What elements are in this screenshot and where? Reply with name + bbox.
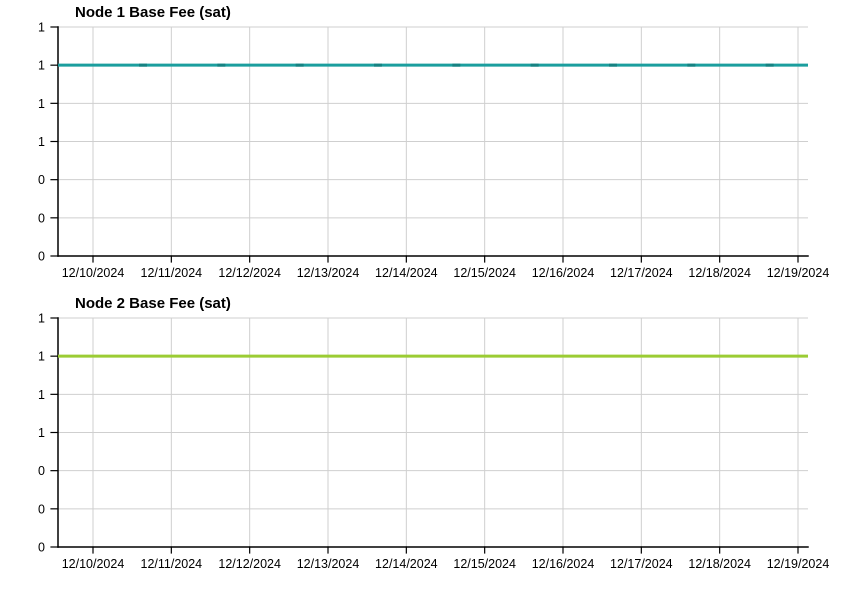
- gridlines: [59, 317, 808, 547]
- y-tick-labels: 1 1 1 1 0 0 0: [38, 312, 45, 555]
- axes: [50, 26, 809, 263]
- x-tick-label: 12/16/2024: [532, 557, 595, 571]
- x-tick-label: 12/19/2024: [767, 266, 830, 280]
- x-tick-label: 12/11/2024: [141, 266, 203, 280]
- x-tick-label: 12/12/2024: [218, 266, 281, 280]
- x-tick-label: 12/13/2024: [297, 557, 360, 571]
- y-tick-label: 0: [38, 541, 45, 555]
- chart-plot-node-1: 111100012/10/2024 12/11/2024 12/12/2024 12/…: [38, 21, 830, 281]
- chart-node-1-base-fee: Node 1 Base Fee (sat) 1 1 1 1 0 0 0 12/10/2024 1…: [0, 0, 860, 291]
- chart-plot-node-2: 111100012/10/2024 12/11/2024 12/12/2024 12/…: [38, 312, 830, 572]
- x-tick-label: 12/17/2024: [610, 557, 673, 571]
- x-tick-label: 12/14/2024: [375, 557, 438, 571]
- x-tick-label: 12/10/2024: [62, 266, 125, 280]
- y-tick-label: 1: [38, 350, 45, 364]
- y-tick-label: 0: [38, 502, 45, 516]
- x-tick-label: 12/19/2024: [767, 557, 830, 571]
- x-tick-label: 12/17/2024: [610, 266, 673, 280]
- x-tick-label: 12/18/2024: [688, 557, 751, 571]
- y-tick-label: 1: [38, 59, 45, 73]
- x-tick-labels: 12/10/2024 12/11/2024 12/12/2024 12/13/2024…: [62, 557, 830, 571]
- x-tick-label: 12/10/2024: [62, 557, 125, 571]
- x-tick-label: 12/14/2024: [375, 266, 438, 280]
- charts-page: Node 1 Base Fee (sat) 1 1 1 1 0 0 0 12/10/2024 1…: [0, 0, 860, 600]
- axes: [50, 317, 809, 554]
- y-tick-labels: 1 1 1 1 0 0 0: [38, 21, 45, 264]
- y-tick-label: 1: [38, 312, 45, 326]
- y-tick-label: 1: [38, 388, 45, 402]
- y-tick-label: 1: [38, 135, 45, 149]
- y-tick-label: 0: [38, 464, 45, 478]
- y-tick-label: 1: [38, 426, 45, 440]
- chart-node-2-base-fee: Node 2 Base Fee (sat) 1 1 1 1 0 0 0 12/10/2024 1…: [0, 291, 860, 582]
- x-tick-label: 12/12/2024: [218, 557, 281, 571]
- y-tick-label: 0: [38, 173, 45, 187]
- x-tick-label: 12/16/2024: [532, 266, 595, 280]
- x-tick-label: 12/11/2024: [141, 557, 203, 571]
- y-tick-label: 1: [38, 21, 45, 35]
- x-tick-label: 12/18/2024: [688, 266, 751, 280]
- x-tick-label: 12/15/2024: [453, 266, 516, 280]
- y-tick-label: 0: [38, 211, 45, 225]
- x-tick-label: 12/13/2024: [297, 266, 360, 280]
- y-tick-label: 0: [38, 250, 45, 264]
- gridlines: [59, 26, 808, 256]
- y-tick-label: 1: [38, 97, 45, 111]
- x-tick-labels: 12/10/2024 12/11/2024 12/12/2024 12/13/2024…: [62, 266, 830, 280]
- x-tick-label: 12/15/2024: [453, 557, 516, 571]
